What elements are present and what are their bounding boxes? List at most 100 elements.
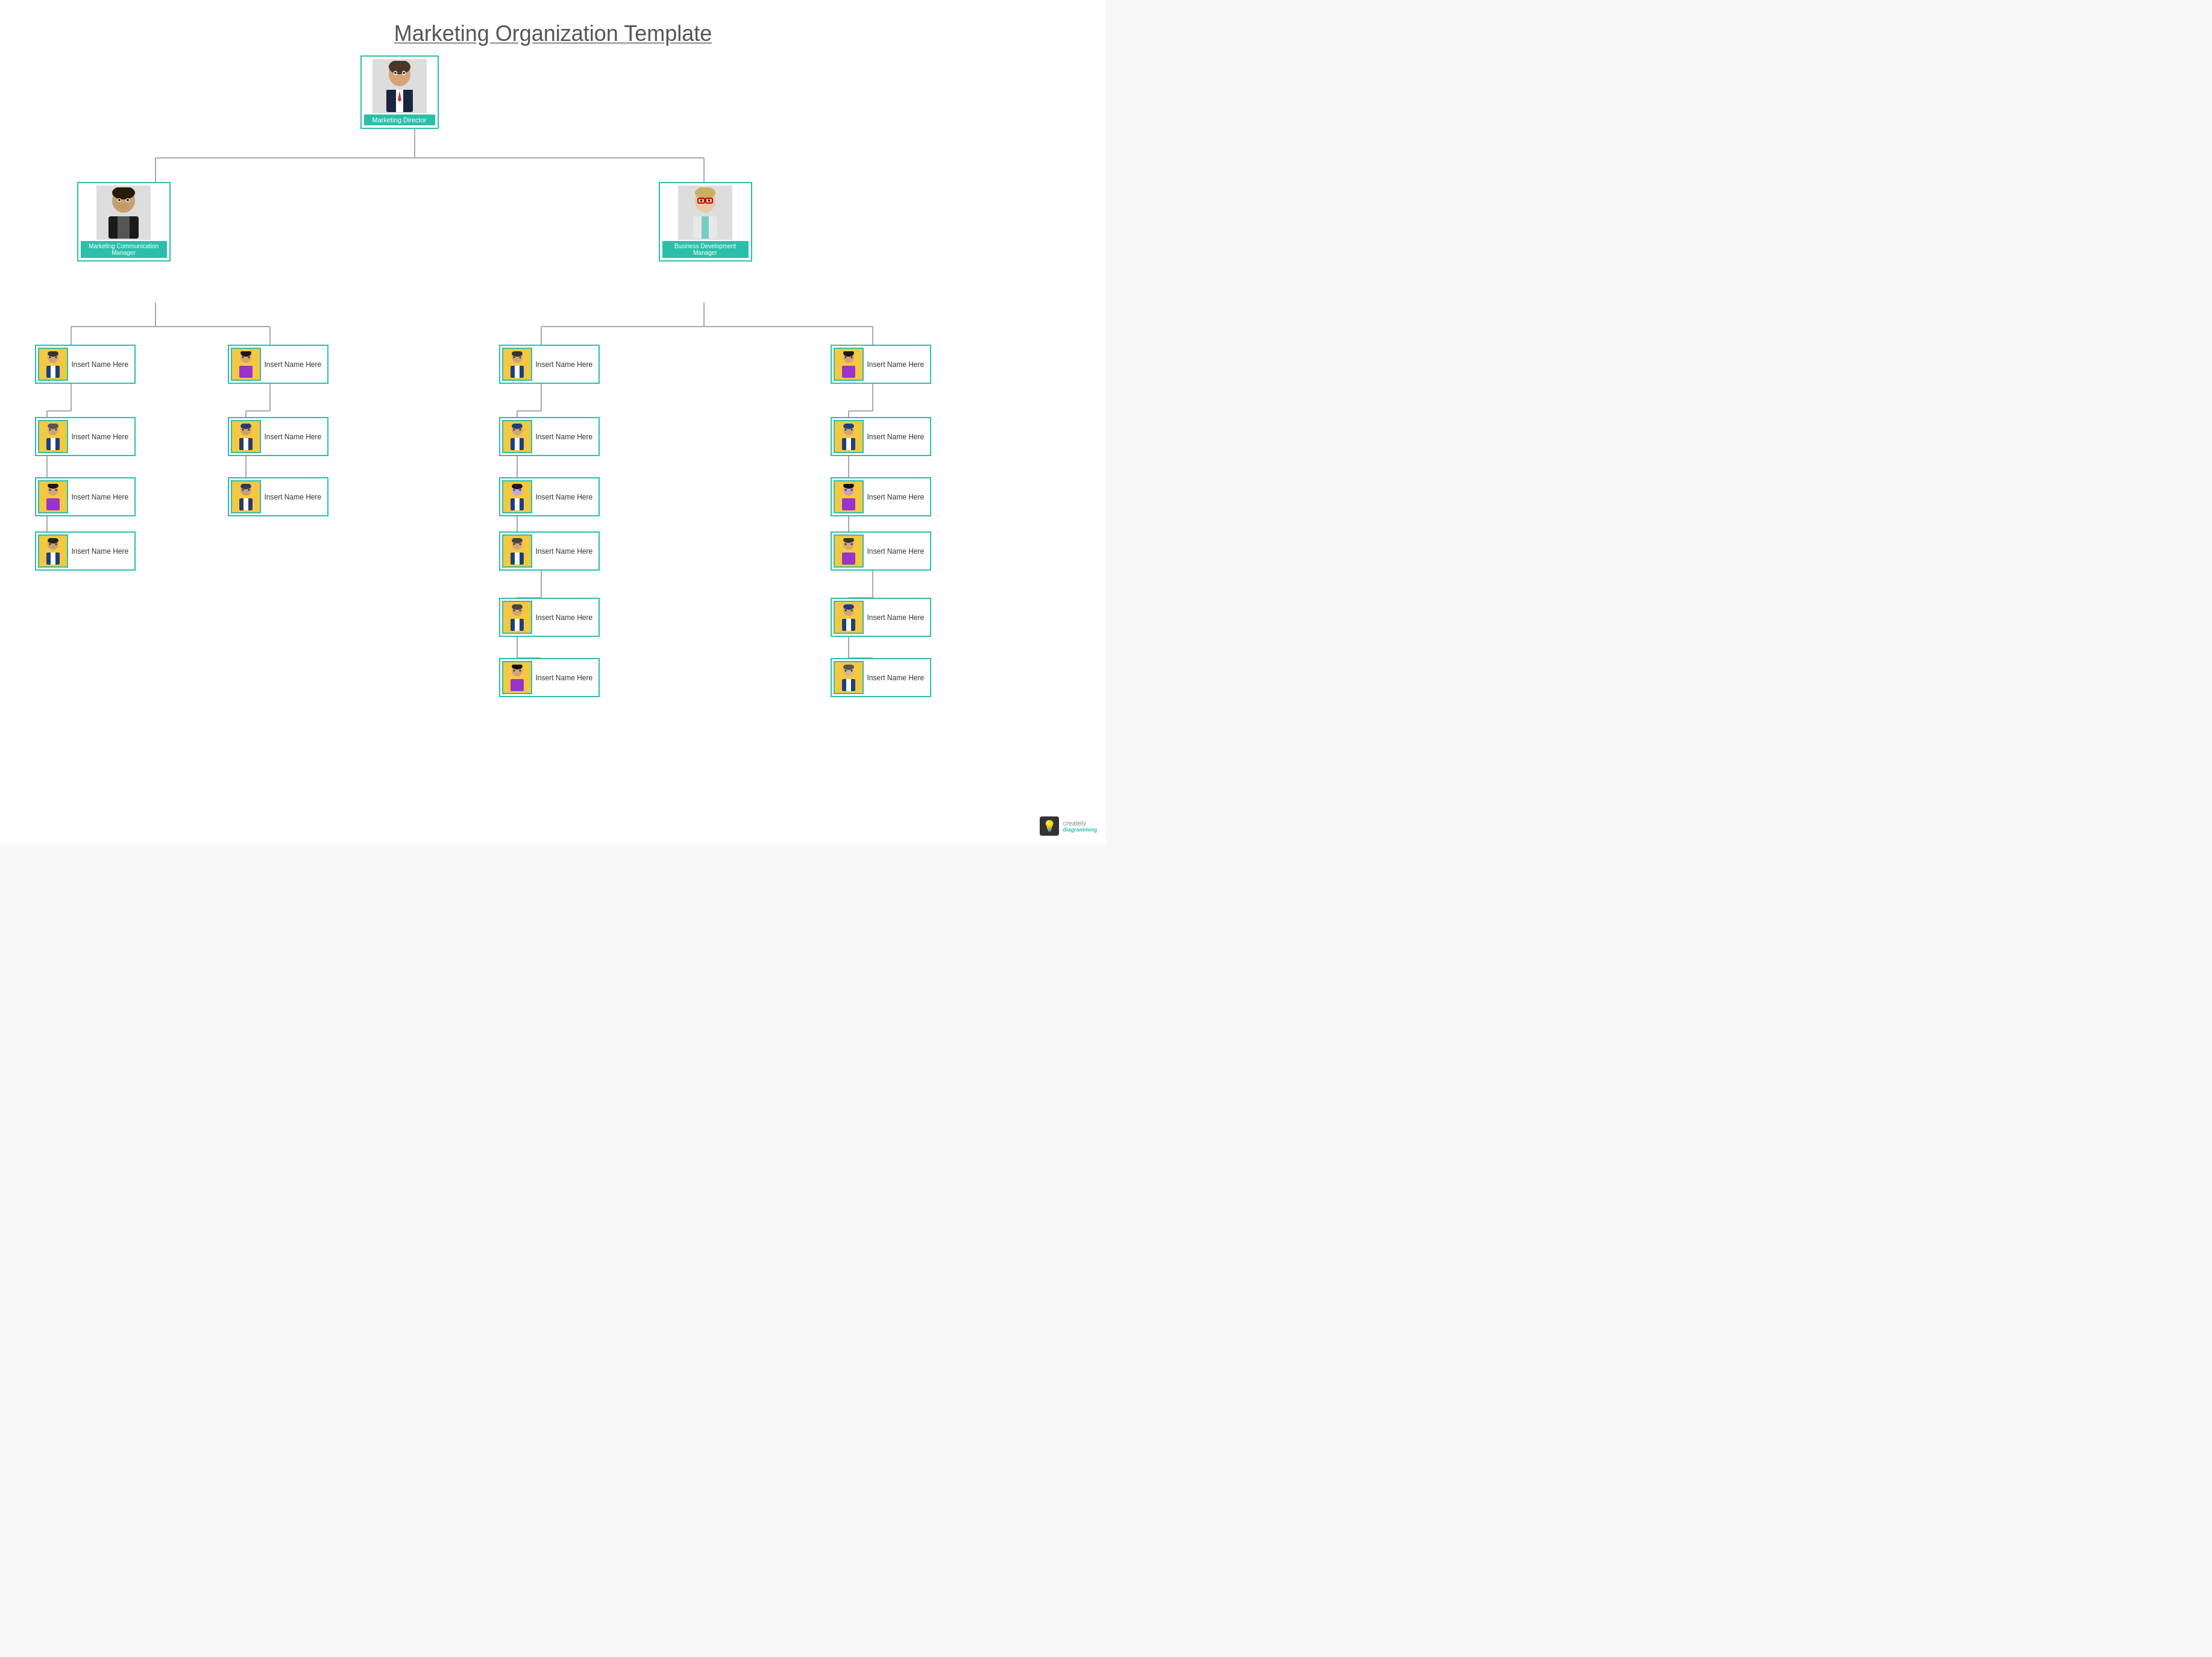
mcm-child2-sub2: Insert Name Here — [228, 477, 329, 516]
avatar-svg — [234, 484, 257, 510]
creately-brand: creately diagramming — [1063, 819, 1097, 833]
svg-point-79 — [49, 356, 51, 358]
svg-point-119 — [513, 356, 515, 358]
creately-logo: 💡 creately diagramming — [1040, 816, 1097, 836]
label: Insert Name Here — [867, 493, 925, 501]
svg-point-182 — [850, 669, 852, 671]
svg-point-97 — [55, 543, 57, 545]
label: Insert Name Here — [72, 493, 129, 501]
label: Insert Name Here — [867, 360, 925, 369]
avatar-svg — [506, 351, 529, 378]
label: Insert Name Here — [265, 493, 322, 501]
label: Insert Name Here — [867, 674, 925, 682]
svg-point-102 — [248, 356, 250, 358]
label: Insert Name Here — [867, 433, 925, 441]
svg-rect-174 — [846, 619, 851, 631]
svg-point-132 — [519, 489, 521, 490]
label: Insert Name Here — [867, 547, 925, 556]
svg-point-159 — [844, 428, 846, 430]
svg-rect-124 — [515, 438, 520, 450]
svg-rect-168 — [842, 553, 855, 565]
mcm-child2: Insert Name Here — [228, 345, 329, 384]
svg-rect-163 — [842, 498, 855, 510]
svg-point-62 — [118, 199, 121, 201]
svg-rect-95 — [51, 553, 55, 565]
avatar-svg — [42, 424, 64, 450]
mcm-node-label: Marketing Communication Manager — [81, 241, 167, 258]
svg-rect-59 — [118, 216, 130, 239]
root-node-box: Marketing Director — [360, 55, 439, 129]
svg-point-120 — [519, 356, 521, 358]
mcm-child1-sub1: Insert Name Here — [35, 417, 136, 456]
svg-point-113 — [242, 489, 244, 490]
page: Marketing Organization Template — [0, 0, 1106, 845]
svg-point-148 — [513, 669, 515, 671]
svg-rect-136 — [515, 553, 520, 565]
svg-point-154 — [850, 356, 852, 358]
svg-point-108 — [248, 428, 250, 430]
svg-rect-142 — [515, 619, 520, 631]
svg-point-85 — [49, 428, 51, 430]
bdm-child1-sub1: Insert Name Here — [499, 417, 600, 456]
svg-point-63 — [127, 199, 129, 201]
svg-point-165 — [850, 489, 852, 490]
bdm-photo — [678, 186, 732, 240]
bdm-node-box: Business Development Manager — [659, 182, 752, 262]
mcm-node-box: Marketing Communication Manager — [77, 182, 171, 262]
svg-rect-112 — [244, 498, 248, 510]
bdm-node: Business Development Manager — [659, 182, 752, 262]
svg-rect-72 — [702, 216, 709, 239]
svg-point-101 — [242, 356, 244, 358]
svg-rect-106 — [244, 438, 248, 450]
label: Insert Name Here — [72, 547, 129, 556]
bdm-child1-sub3: Insert Name Here — [499, 531, 600, 571]
svg-point-54 — [394, 72, 397, 74]
avatar-svg — [837, 424, 860, 450]
svg-point-169 — [844, 543, 846, 545]
label: Insert Name Here — [265, 433, 322, 441]
bdm-child2-sub1: Insert Name Here — [831, 417, 932, 456]
root-photo — [372, 59, 427, 113]
bdm-child2-sub3-s2: Insert Name Here — [831, 658, 932, 697]
mcm-child1-sub2: Insert Name Here — [35, 477, 136, 516]
svg-point-73 — [700, 199, 703, 202]
svg-point-131 — [513, 489, 515, 490]
mcm-photo — [96, 186, 151, 240]
svg-point-170 — [850, 543, 852, 545]
svg-rect-158 — [846, 438, 851, 450]
svg-point-64 — [118, 204, 130, 210]
svg-point-80 — [55, 356, 57, 358]
label: Insert Name Here — [536, 433, 593, 441]
creately-icon: 💡 — [1040, 816, 1059, 836]
avatar-svg — [506, 484, 529, 510]
mcm-child1-sub3: Insert Name Here — [35, 531, 136, 571]
org-chart: Marketing Director — [17, 49, 1090, 833]
svg-rect-152 — [842, 366, 855, 378]
label: Insert Name Here — [536, 547, 593, 556]
svg-point-160 — [850, 428, 852, 430]
avatar-svg — [234, 424, 257, 450]
mcm-child1: Insert Name Here — [35, 345, 136, 384]
label: Insert Name Here — [72, 433, 129, 441]
svg-point-137 — [513, 543, 515, 545]
svg-rect-180 — [846, 679, 851, 691]
bdm-child2-sub3: Insert Name Here — [831, 531, 932, 571]
mcm-child2-sub1: Insert Name Here — [228, 417, 329, 456]
svg-point-181 — [844, 669, 846, 671]
label: Insert Name Here — [867, 613, 925, 622]
avatar-svg — [837, 484, 860, 510]
avatar-svg — [837, 351, 860, 378]
bdm-child2-sub3-s1: Insert Name Here — [831, 598, 932, 637]
svg-point-138 — [519, 543, 521, 545]
avatar-svg — [234, 351, 257, 378]
root-node: Marketing Director — [360, 55, 439, 129]
bdm-child1-sub3-s2: Insert Name Here — [499, 658, 600, 697]
svg-point-107 — [242, 428, 244, 430]
avatar-svg — [506, 665, 529, 691]
mcm-node: Marketing Communication Manager — [77, 182, 171, 262]
svg-rect-100 — [239, 366, 253, 378]
director-avatar-svg — [375, 61, 424, 112]
svg-point-143 — [513, 609, 515, 611]
page-title: Marketing Organization Template — [12, 12, 1094, 46]
svg-point-125 — [513, 428, 515, 430]
